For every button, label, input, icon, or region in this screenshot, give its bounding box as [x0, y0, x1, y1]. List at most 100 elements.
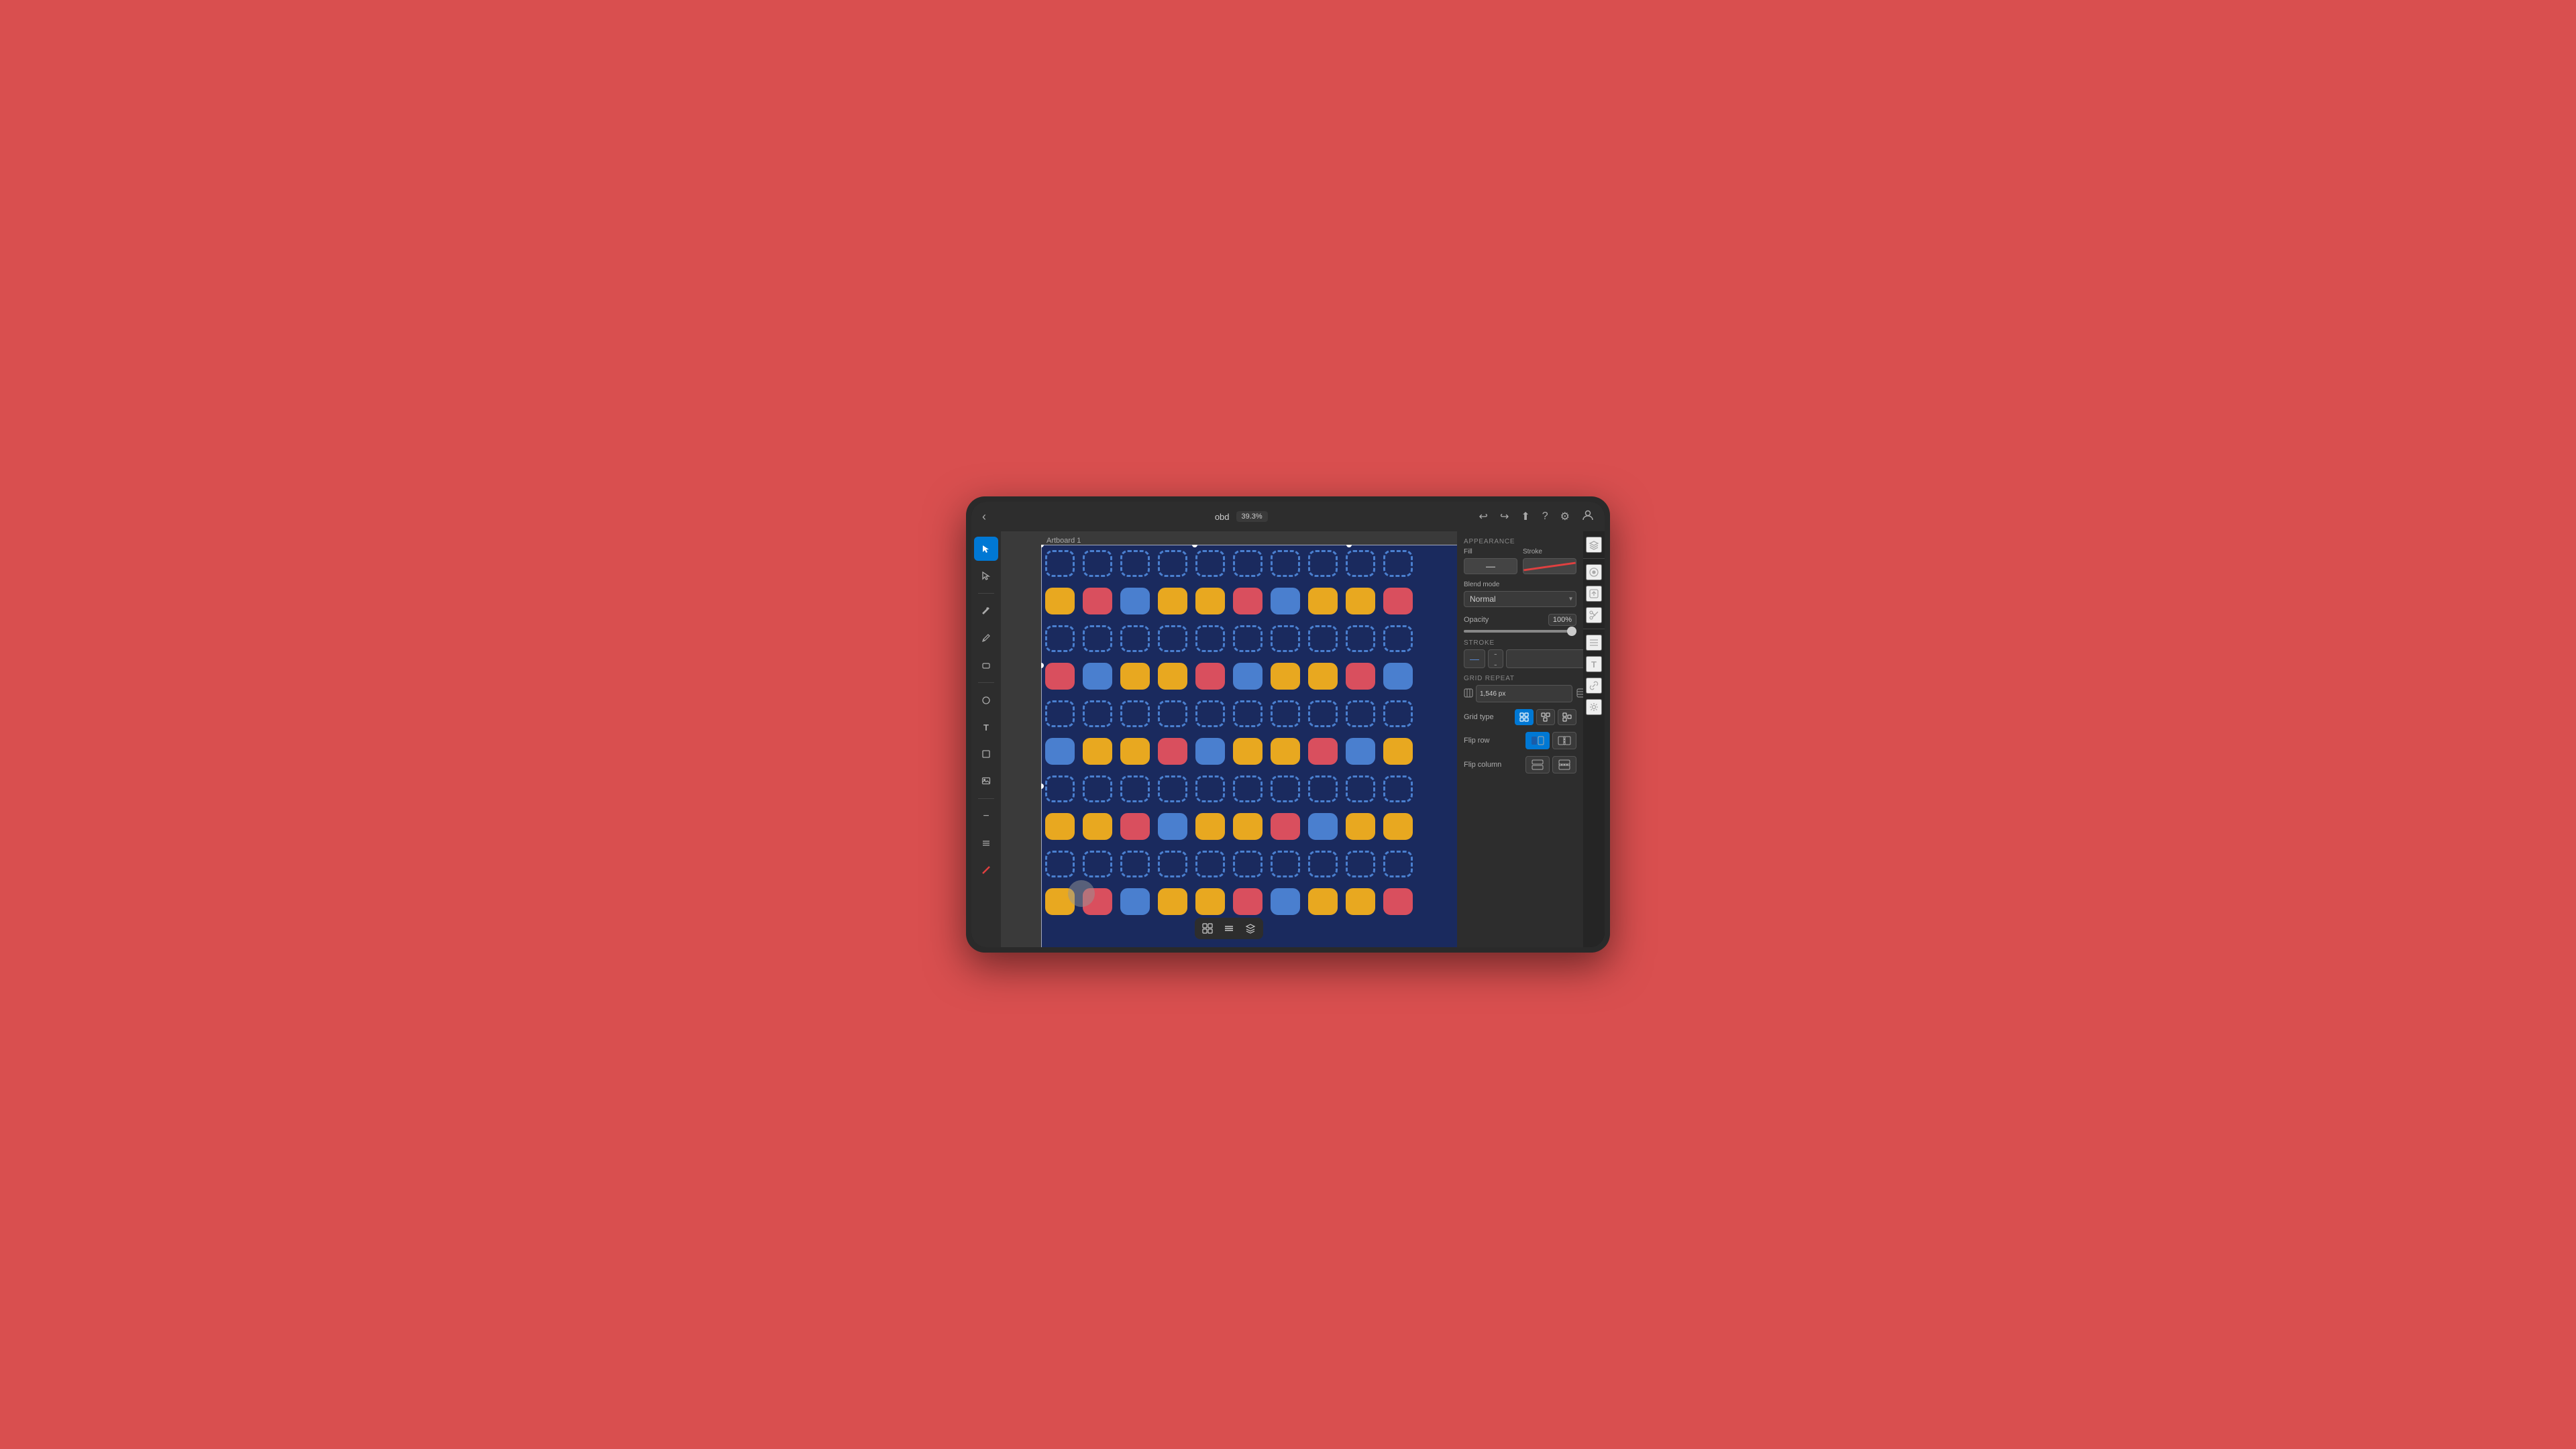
- mini-tool-grid-button[interactable]: [1197, 920, 1218, 936]
- grid-type-grid-button[interactable]: [1515, 709, 1534, 725]
- flip-row-section: Flip row: [1464, 732, 1576, 749]
- artboard-label: Artboard 1: [1046, 537, 1081, 545]
- text-strip-button[interactable]: T: [1586, 656, 1602, 672]
- stroke-item: Stroke: [1523, 548, 1576, 574]
- align-strip-button[interactable]: [1586, 635, 1602, 651]
- flip-row-buttons: [1525, 732, 1576, 749]
- flip-column-label: Flip column: [1464, 761, 1501, 769]
- flip-column-normal-button[interactable]: [1525, 756, 1550, 773]
- zoom-level[interactable]: 39.3%: [1236, 511, 1268, 522]
- tool-separator-2: [978, 682, 994, 683]
- appearance-label: APPEARANCE: [1464, 538, 1576, 545]
- flip-column-flip-button[interactable]: [1552, 756, 1576, 773]
- cut-strip-button[interactable]: [1586, 607, 1602, 623]
- grid-repeat-section: GRID REPEAT: [1464, 675, 1576, 702]
- touch-circle: [1068, 880, 1095, 907]
- flip-row-flip-button[interactable]: [1552, 732, 1576, 749]
- flip-row-controls: Flip row: [1464, 732, 1576, 749]
- opacity-slider-fill: [1464, 630, 1576, 633]
- back-button[interactable]: ‹: [979, 507, 989, 527]
- link-strip-button[interactable]: [1586, 678, 1602, 694]
- grid-type-brick-h-button[interactable]: [1536, 709, 1555, 725]
- stroke-solid-button[interactable]: —: [1464, 649, 1485, 668]
- undo-button[interactable]: ↩: [1477, 507, 1491, 526]
- artboard[interactable]: [1041, 545, 1457, 947]
- text-tool-button[interactable]: T: [974, 715, 998, 739]
- eraser-tool-button[interactable]: [974, 653, 998, 677]
- stroke-color-box[interactable]: [1523, 558, 1576, 574]
- tool-separator-3: [978, 798, 994, 799]
- opacity-section: Opacity 100%: [1464, 614, 1576, 633]
- grid-y-group: [1576, 685, 1583, 702]
- account-button[interactable]: [1579, 506, 1597, 527]
- fill-item: Fill —: [1464, 548, 1517, 574]
- opacity-slider-track[interactable]: [1464, 630, 1576, 633]
- artboard-inner: [1041, 545, 1457, 947]
- appearance-section: APPEARANCE Fill — Stroke: [1464, 538, 1576, 574]
- stroke-dashed-button[interactable]: - -: [1488, 649, 1503, 668]
- blend-mode-label: Blend mode: [1464, 581, 1576, 588]
- fill-label: Fill: [1464, 548, 1517, 555]
- grid-type-label: Grid type: [1464, 713, 1494, 721]
- blend-mode-section: Blend mode Normal Multiply Screen Overla…: [1464, 581, 1576, 607]
- grid-type-row: Grid type: [1464, 709, 1576, 725]
- help-button[interactable]: ?: [1540, 508, 1551, 525]
- stroke-color-button[interactable]: [974, 858, 998, 882]
- grid-y-icon: [1576, 688, 1583, 700]
- strip-divider-1: [1583, 558, 1605, 559]
- canvas-area[interactable]: Artboard 1: [1001, 531, 1457, 947]
- export-strip-button[interactable]: [1586, 586, 1602, 602]
- fill-stroke-row: Fill — Stroke: [1464, 548, 1576, 574]
- grid-x-group: [1464, 685, 1572, 702]
- appearance-strip-button[interactable]: [1586, 564, 1602, 580]
- opacity-row: Opacity 100%: [1464, 614, 1576, 626]
- settings-button[interactable]: ⚙: [1558, 507, 1572, 526]
- grid-type-brick-v-button[interactable]: [1558, 709, 1576, 725]
- redo-button[interactable]: ↪: [1497, 507, 1511, 526]
- fill-color-box[interactable]: —: [1464, 558, 1517, 574]
- opacity-value[interactable]: 100%: [1548, 614, 1576, 626]
- left-toolbar: T −: [971, 531, 1001, 947]
- tablet-frame: ‹ obd 39.3% ↩ ↪ ⬆ ? ⚙: [966, 496, 1610, 953]
- tablet-screen: ‹ obd 39.3% ↩ ↪ ⬆ ? ⚙: [971, 502, 1605, 947]
- stroke-controls-section: STROKE — - -: [1464, 639, 1576, 668]
- direct-select-tool-button[interactable]: [974, 564, 998, 588]
- pencil-tool-button[interactable]: [974, 626, 998, 650]
- grid-repeat-label: GRID REPEAT: [1464, 675, 1576, 682]
- tool-separator-1: [978, 593, 994, 594]
- flip-column-buttons: [1525, 756, 1576, 773]
- opacity-slider-thumb[interactable]: [1567, 627, 1576, 636]
- top-bar-right: ↩ ↪ ⬆ ? ⚙: [1477, 506, 1597, 527]
- minus-tool-button[interactable]: −: [974, 804, 998, 828]
- select-tool-button[interactable]: [974, 537, 998, 561]
- stroke-width-input[interactable]: [1506, 649, 1583, 668]
- grid-x-icon: [1464, 688, 1473, 700]
- pen-tool-button[interactable]: [974, 599, 998, 623]
- layers-strip-button[interactable]: [1586, 537, 1602, 553]
- settings-strip-button[interactable]: [1586, 699, 1602, 715]
- flip-column-section: Flip column: [1464, 756, 1576, 773]
- grid-type-section: Grid type: [1464, 709, 1576, 725]
- align-tool-button[interactable]: [974, 831, 998, 855]
- fill-dash-icon: —: [1486, 561, 1495, 572]
- flip-row-normal-button[interactable]: [1525, 732, 1550, 749]
- share-button[interactable]: ⬆: [1518, 507, 1532, 526]
- shape-tool-button[interactable]: [974, 688, 998, 712]
- mini-tool-layers-button[interactable]: [1240, 920, 1260, 936]
- top-bar: ‹ obd 39.3% ↩ ↪ ⬆ ? ⚙: [971, 502, 1605, 531]
- stroke-section-label: STROKE: [1464, 639, 1576, 647]
- stroke-line-preview: [1523, 561, 1576, 571]
- blend-mode-wrapper: Normal Multiply Screen Overlay ▾: [1464, 591, 1576, 607]
- grid-type-buttons: [1515, 709, 1576, 725]
- grid-repeat-row: [1464, 685, 1576, 702]
- stroke-controls: — - -: [1464, 649, 1576, 668]
- image-tool-button[interactable]: [974, 769, 998, 793]
- bottom-mini-toolbar: [1195, 918, 1263, 939]
- main-area: T − Artb: [971, 531, 1605, 947]
- far-right-strip: T: [1583, 531, 1605, 947]
- text-strip-icon: T: [1591, 659, 1597, 669]
- blend-mode-select[interactable]: Normal Multiply Screen Overlay: [1464, 591, 1576, 607]
- mini-tool-list-button[interactable]: [1219, 920, 1239, 936]
- grid-x-input[interactable]: [1476, 685, 1572, 702]
- crop-tool-button[interactable]: [974, 742, 998, 766]
